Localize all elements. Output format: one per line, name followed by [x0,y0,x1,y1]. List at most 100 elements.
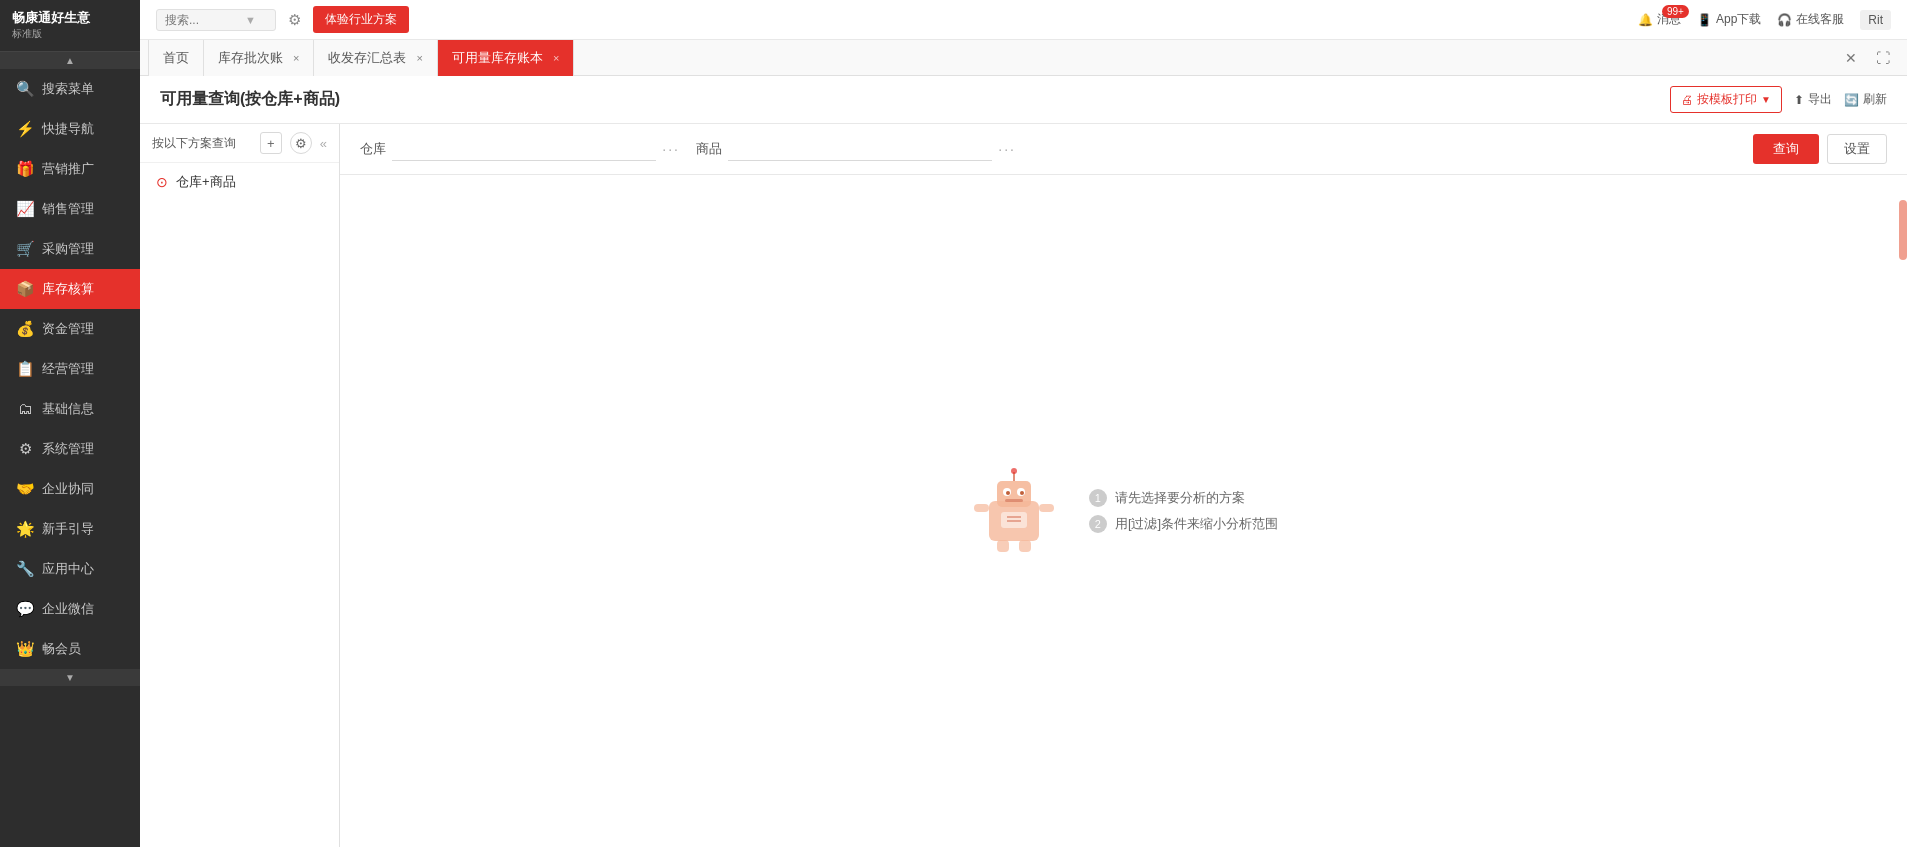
sidebar-item-system[interactable]: ⚙ 系统管理 [0,429,140,469]
warehouse-label: 仓库 [360,140,386,158]
tabs-bar: 首页 库存批次账 × 收发存汇总表 × 可用量库存账本 × ✕ ⛶ [140,40,1907,76]
scheme-panel-title: 按以下方案查询 [152,135,252,152]
refresh-label: 刷新 [1863,91,1887,108]
maximize-window-btn[interactable]: ⛶ [1871,46,1895,70]
refresh-icon: 🔄 [1844,93,1859,107]
sidebar-item-wechat[interactable]: 💬 企业微信 [0,589,140,629]
tab-close-available-stock[interactable]: × [553,52,559,64]
export-icon: ⬆ [1794,93,1804,107]
sidebar-item-guide[interactable]: 🌟 新手引导 [0,509,140,549]
sidebar-item-sales[interactable]: 📈 销售管理 [0,189,140,229]
export-btn[interactable]: ⬆ 导出 [1794,91,1832,108]
tab-label-batch-account: 库存批次账 [218,49,283,67]
right-scrollbar[interactable] [1899,200,1907,260]
sidebar-item-basic[interactable]: 🗂 基础信息 [0,389,140,429]
notification-btn[interactable]: 🔔 消息 99+ [1638,11,1681,28]
gear-icon[interactable]: ⚙ [288,11,301,29]
industry-btn[interactable]: 体验行业方案 [313,6,409,33]
close-window-btn[interactable]: ✕ [1839,46,1863,70]
sidebar-scroll-up[interactable]: ▲ [0,52,140,69]
scheme-icon: ⊙ [156,174,168,190]
query-btn[interactable]: 查询 [1753,134,1819,164]
sidebar-label-guide: 新手引导 [42,520,94,538]
search-input[interactable] [165,13,245,27]
tab-batch-account[interactable]: 库存批次账 × [204,40,314,76]
sidebar-item-enterprise[interactable]: 🤝 企业协同 [0,469,140,509]
tab-label-available-stock: 可用量库存账本 [452,49,543,67]
sidebar-label-marketing: 营销推广 [42,160,94,178]
empty-tips: 1 请先选择要分析的方案 2 用[过滤]条件来缩小分析范围 [1089,485,1278,537]
sidebar-icon-operations: 📋 [16,360,34,378]
tab-close-batch-account[interactable]: × [293,52,299,64]
add-scheme-btn[interactable]: + [260,132,282,154]
sidebar: 畅康通好生意 标准版 ▲ 🔍 搜索菜单 ⚡ 快捷导航 🎁 营销推广 📈 销售管理… [0,0,140,847]
sidebar-icon-wechat: 💬 [16,600,34,618]
content-area: 按以下方案查询 + ⚙ « ⊙ 仓库+商品 仓库 ··· [140,124,1907,847]
sidebar-item-operations[interactable]: 📋 经营管理 [0,349,140,389]
product-filter: 商品 ··· [696,137,1016,161]
sidebar-item-finance[interactable]: 💰 资金管理 [0,309,140,349]
main-content: ▼ ⚙ 体验行业方案 🔔 消息 99+ 📱 App下载 🎧 在线客服 Rit [140,0,1907,847]
sidebar-label-member: 畅会员 [42,640,81,658]
svg-point-5 [1020,491,1024,495]
sidebar-icon-app-center: 🔧 [16,560,34,578]
sidebar-icon-finance: 💰 [16,320,34,338]
app-download-label: App下载 [1716,11,1761,28]
scheme-settings-btn[interactable]: ⚙ [290,132,312,154]
search-box[interactable]: ▼ [156,9,276,31]
user-menu-btn[interactable]: Rit [1860,10,1891,30]
refresh-btn[interactable]: 🔄 刷新 [1844,91,1887,108]
tab-label-home: 首页 [163,49,189,67]
product-picker-btn[interactable]: ··· [998,141,1016,157]
template-print-btn[interactable]: 🖨 按模板打印 ▼ [1670,86,1782,113]
chevron-down-icon-print: ▼ [1761,94,1771,105]
sidebar-item-app-center[interactable]: 🔧 应用中心 [0,549,140,589]
sidebar-icon-system: ⚙ [16,440,34,458]
sidebar-icon-search: 🔍 [16,80,34,98]
tab-collect-summary[interactable]: 收发存汇总表 × [314,40,437,76]
collapse-panel-btn[interactable]: « [320,136,327,151]
empty-state-inner: 1 请先选择要分析的方案 2 用[过滤]条件来缩小分析范围 [969,466,1278,556]
sidebar-icon-basic: 🗂 [16,400,34,417]
settings-icon: ⚙ [295,136,307,151]
tab-label-collect-summary: 收发存汇总表 [328,49,406,67]
svg-rect-1 [997,481,1031,507]
sidebar-item-inventory[interactable]: 📦 库存核算 [0,269,140,309]
window-controls: ✕ ⛶ [1839,46,1899,70]
warehouse-input[interactable] [392,137,656,161]
settings-btn[interactable]: 设置 [1827,134,1887,164]
sidebar-label-search: 搜索菜单 [42,80,94,98]
user-label: Rit [1868,13,1883,27]
app-download-btn[interactable]: 📱 App下载 [1697,11,1761,28]
headset-icon: 🎧 [1777,13,1792,27]
tab-close-collect-summary[interactable]: × [416,52,422,64]
sidebar-item-member[interactable]: 👑 畅会员 [0,629,140,669]
sidebar-icon-member: 👑 [16,640,34,658]
tab-home[interactable]: 首页 [148,40,204,76]
empty-state: 1 请先选择要分析的方案 2 用[过滤]条件来缩小分析范围 [340,175,1907,847]
chevron-down-icon: ▼ [245,14,256,26]
scheme-panel-header: 按以下方案查询 + ⚙ « [140,124,339,163]
sidebar-icon-sales: 📈 [16,200,34,218]
tip-item-2: 2 用[过滤]条件来缩小分析范围 [1089,511,1278,537]
page-header: 可用量查询(按仓库+商品) 🖨 按模板打印 ▼ ⬆ 导出 🔄 刷新 [140,76,1907,124]
sidebar-icon-quick-nav: ⚡ [16,120,34,138]
tab-available-stock[interactable]: 可用量库存账本 × [438,40,574,76]
online-service-btn[interactable]: 🎧 在线客服 [1777,11,1844,28]
svg-rect-13 [1001,512,1027,528]
scheme-item-warehouse-product[interactable]: ⊙ 仓库+商品 [140,163,339,201]
sidebar-scroll-down[interactable]: ▼ [0,669,140,686]
page-title: 可用量查询(按仓库+商品) [160,89,340,110]
sidebar-label-finance: 资金管理 [42,320,94,338]
app-subtitle: 标准版 [12,27,128,41]
sidebar-item-quick-nav[interactable]: ⚡ 快捷导航 [0,109,140,149]
sidebar-label-inventory: 库存核算 [42,280,94,298]
warehouse-picker-btn[interactable]: ··· [662,141,680,157]
sidebar-item-marketing[interactable]: 🎁 营销推广 [0,149,140,189]
tip-1-text: 请先选择要分析的方案 [1115,485,1245,511]
sidebar-item-purchase[interactable]: 🛒 采购管理 [0,229,140,269]
sidebar-label-sales: 销售管理 [42,200,94,218]
svg-rect-11 [997,540,1009,552]
sidebar-item-search[interactable]: 🔍 搜索菜单 [0,69,140,109]
product-input[interactable] [728,137,992,161]
